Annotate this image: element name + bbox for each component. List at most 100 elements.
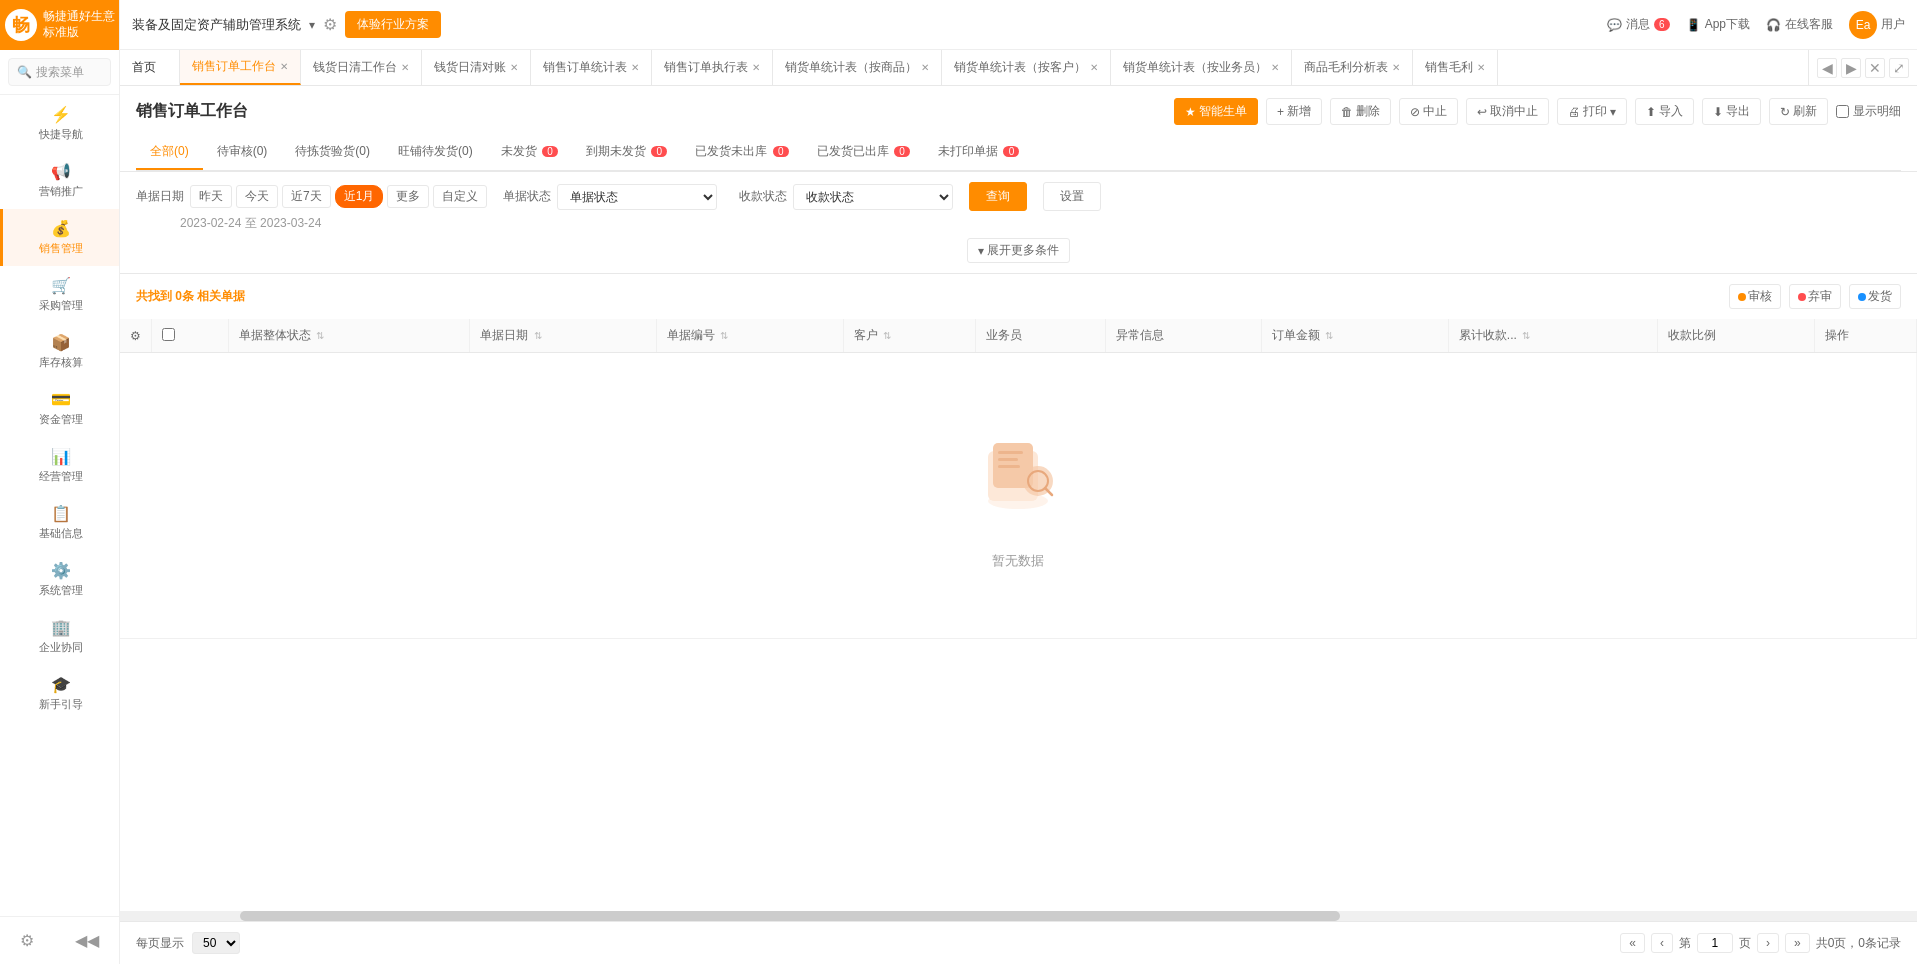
date-7days-btn[interactable]: 近7天 xyxy=(282,185,331,208)
sidebar-item-marketing[interactable]: 📢 营销推广 xyxy=(0,152,119,209)
tab-close-cash-reconcile[interactable]: ✕ xyxy=(510,62,518,73)
sidebar-item-sales[interactable]: 💰 销售管理 xyxy=(0,209,119,266)
tab-close-summary-staff[interactable]: ✕ xyxy=(1271,62,1279,73)
tab-sales-exec[interactable]: 销售订单执行表 ✕ xyxy=(652,50,773,85)
col-status: 单据整体状态 ⇅ xyxy=(229,319,470,353)
add-btn[interactable]: + 新增 xyxy=(1266,98,1322,125)
refresh-btn[interactable]: ↻ 刷新 xyxy=(1769,98,1828,125)
app-download-btn[interactable]: 📱 App下载 xyxy=(1686,16,1750,33)
date-yesterday-btn[interactable]: 昨天 xyxy=(190,185,232,208)
suspend-btn[interactable]: ⊘ 中止 xyxy=(1399,98,1458,125)
tab-close-sales-stats[interactable]: ✕ xyxy=(631,62,639,73)
sort-date-icon[interactable]: ⇅ xyxy=(534,330,542,341)
export-btn[interactable]: ⬇ 导出 xyxy=(1702,98,1761,125)
settings-cols-icon[interactable]: ⚙ xyxy=(130,329,141,343)
sub-tab-pending-review[interactable]: 待审核(0) xyxy=(203,135,282,170)
page-number-input[interactable] xyxy=(1697,933,1733,953)
sort-number-icon[interactable]: ⇅ xyxy=(720,330,728,341)
sidebar-item-purchase[interactable]: 🛒 采购管理 xyxy=(0,266,119,323)
online-service-btn[interactable]: 🎧 在线客服 xyxy=(1766,16,1833,33)
solution-btn[interactable]: 体验行业方案 xyxy=(345,11,441,38)
topbar-gear-icon[interactable]: ⚙ xyxy=(323,15,337,34)
sub-tab-shipped-not-out[interactable]: 已发货未出库 0 xyxy=(681,135,802,170)
sub-tab-all[interactable]: 全部(0) xyxy=(136,135,203,170)
tab-prev-btn[interactable]: ◀ xyxy=(1817,58,1837,78)
per-page-select[interactable]: 50 xyxy=(192,932,240,954)
tab-gross-margin[interactable]: 商品毛利分析表 ✕ xyxy=(1292,50,1413,85)
sub-tab-shipped-out[interactable]: 已发货已出库 0 xyxy=(803,135,924,170)
prev-page-btn[interactable]: ‹ xyxy=(1651,933,1673,953)
tab-next-btn[interactable]: ▶ xyxy=(1841,58,1861,78)
tab-close-sales-profit[interactable]: ✕ xyxy=(1477,62,1485,73)
tab-close-all-btn[interactable]: ✕ xyxy=(1865,58,1885,78)
status-select[interactable]: 单据状态 xyxy=(557,184,717,210)
sub-tab-overdue-ship[interactable]: 到期未发货 0 xyxy=(572,135,681,170)
scrollbar-thumb[interactable] xyxy=(240,911,1340,921)
import-btn[interactable]: ⬆ 导入 xyxy=(1635,98,1694,125)
sort-customer-icon[interactable]: ⇅ xyxy=(883,330,891,341)
tab-close-summary-product[interactable]: ✕ xyxy=(921,62,929,73)
tab-maximize-btn[interactable]: ⤢ xyxy=(1889,58,1909,78)
col-setting[interactable]: ⚙ xyxy=(120,319,152,353)
tab-close-summary-customer[interactable]: ✕ xyxy=(1090,62,1098,73)
review-btn[interactable]: 审核 xyxy=(1729,284,1781,309)
first-page-btn[interactable]: « xyxy=(1620,933,1645,953)
sort-amount-icon[interactable]: ⇅ xyxy=(1325,330,1333,341)
print-btn[interactable]: 🖨 打印 ▾ xyxy=(1557,98,1627,125)
user-area[interactable]: Ea 用户 xyxy=(1849,11,1905,39)
search-menu-btn[interactable]: 🔍 搜索菜单 xyxy=(8,58,111,86)
show-detail-checkbox[interactable] xyxy=(1836,105,1849,118)
settings-gear-icon[interactable]: ⚙ xyxy=(16,927,38,954)
payment-select[interactable]: 收款状态 xyxy=(793,184,953,210)
collapse-sidebar-btn[interactable]: ◀◀ xyxy=(71,927,103,954)
sidebar-item-quicknav[interactable]: ⚡ 快捷导航 xyxy=(0,95,119,152)
sub-tab-not-printed[interactable]: 未打印单据 0 xyxy=(924,135,1033,170)
date-1month-btn[interactable]: 近1月 xyxy=(335,185,384,208)
select-all-checkbox[interactable] xyxy=(162,328,175,341)
tab-sales-stats[interactable]: 销售订单统计表 ✕ xyxy=(531,50,652,85)
tab-sales-summary-staff[interactable]: 销货单统计表（按业务员） ✕ xyxy=(1111,50,1292,85)
smart-create-btn[interactable]: ★ 智能生单 xyxy=(1174,98,1258,125)
sort-status-icon[interactable]: ⇅ xyxy=(316,330,324,341)
next-page-btn[interactable]: › xyxy=(1757,933,1779,953)
tab-close-sales-exec[interactable]: ✕ xyxy=(752,62,760,73)
sidebar-item-finance[interactable]: 💳 资金管理 xyxy=(0,380,119,437)
sub-tab-not-shipped[interactable]: 未发货 0 xyxy=(487,135,572,170)
cancel-review-btn[interactable]: 弃审 xyxy=(1789,284,1841,309)
sidebar-item-guide[interactable]: 🎓 新手引导 xyxy=(0,665,119,722)
date-more-btn[interactable]: 更多 xyxy=(387,185,429,208)
sort-received-icon[interactable]: ⇅ xyxy=(1522,330,1530,341)
tab-sales-summary-product[interactable]: 销货单统计表（按商品） ✕ xyxy=(773,50,942,85)
tab-sales-profit[interactable]: 销售毛利 ✕ xyxy=(1413,50,1498,85)
tab-close-gross-margin[interactable]: ✕ xyxy=(1392,62,1400,73)
tab-sales-workbench[interactable]: 销售订单工作台 ✕ xyxy=(180,50,301,85)
date-today-btn[interactable]: 今天 xyxy=(236,185,278,208)
tab-close-cash-daily[interactable]: ✕ xyxy=(401,62,409,73)
message-btn[interactable]: 💬 消息 6 xyxy=(1607,16,1670,33)
sub-tab-wangpu-ship[interactable]: 旺铺待发货(0) xyxy=(384,135,487,170)
tab-home[interactable]: 首页 xyxy=(120,50,180,85)
tab-close-sales-workbench[interactable]: ✕ xyxy=(280,61,288,72)
settings-btn[interactable]: 设置 xyxy=(1043,182,1101,211)
col-select-all[interactable] xyxy=(152,319,229,353)
show-detail-label[interactable]: 显示明细 xyxy=(1836,103,1901,120)
sidebar-item-system[interactable]: ⚙️ 系统管理 xyxy=(0,551,119,608)
tab-cash-daily[interactable]: 钱货日清工作台 ✕ xyxy=(301,50,422,85)
delete-btn[interactable]: 🗑 删除 xyxy=(1330,98,1391,125)
date-custom-btn[interactable]: 自定义 xyxy=(433,185,487,208)
expand-btn[interactable]: ▾ 展开更多条件 xyxy=(967,238,1070,263)
sidebar-item-inventory[interactable]: 📦 库存核算 xyxy=(0,323,119,380)
tab-cash-reconcile[interactable]: 钱货日清对账 ✕ xyxy=(422,50,531,85)
sidebar-item-basic[interactable]: 📋 基础信息 xyxy=(0,494,119,551)
sub-tab-pending-inspect[interactable]: 待拣货验货(0) xyxy=(281,135,384,170)
ship-btn[interactable]: 发货 xyxy=(1849,284,1901,309)
topbar-left: 装备及固定资产辅助管理系统 ▾ ⚙ 体验行业方案 xyxy=(132,11,441,38)
tab-sales-summary-customer[interactable]: 销货单统计表（按客户） ✕ xyxy=(942,50,1111,85)
horizontal-scrollbar[interactable] xyxy=(120,911,1917,921)
sidebar-item-enterprise[interactable]: 🏢 企业协同 xyxy=(0,608,119,665)
sidebar-item-operations[interactable]: 📊 经营管理 xyxy=(0,437,119,494)
search-btn[interactable]: 查询 xyxy=(969,182,1027,211)
last-page-btn[interactable]: » xyxy=(1785,933,1810,953)
system-dropdown-btn[interactable]: ▾ xyxy=(309,18,315,32)
cancel-suspend-btn[interactable]: ↩ 取消中止 xyxy=(1466,98,1549,125)
